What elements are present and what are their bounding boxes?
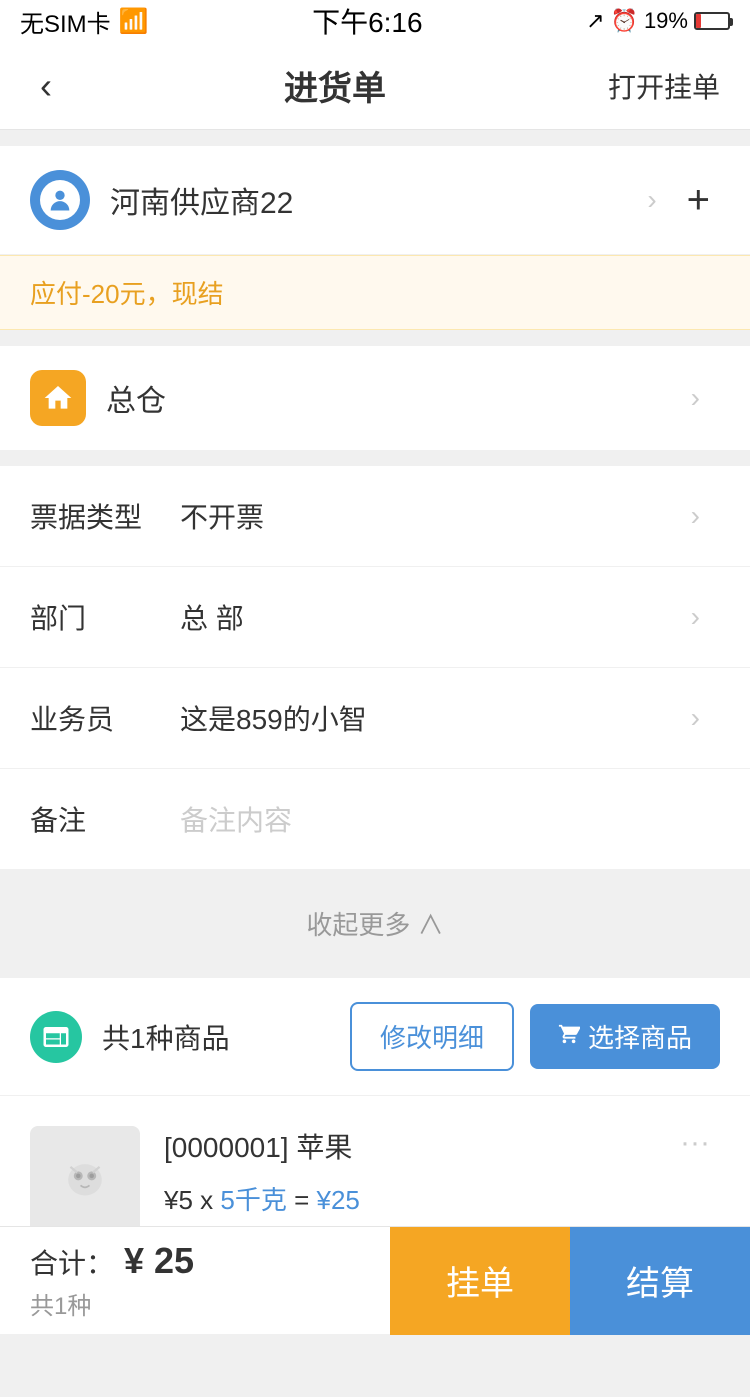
battery-label: 19% (644, 8, 688, 34)
status-time: 下午6:16 (312, 1, 423, 41)
product-price-row: ¥5 x 5千克 = ¥25 (164, 1180, 670, 1217)
supplier-warning: 应付-20元，现结 (0, 255, 750, 330)
invoice-type-label: 票据类型 (30, 496, 180, 536)
department-row[interactable]: 部门 总 部 › (0, 567, 750, 668)
staff-chevron-icon: › (691, 702, 700, 734)
total-sub-label: 共1种 (30, 1286, 360, 1321)
department-value: 总 部 (180, 597, 691, 637)
remark-placeholder[interactable]: 备注内容 (180, 799, 720, 839)
invoice-type-row[interactable]: 票据类型 不开票 › (0, 466, 750, 567)
select-product-button[interactable]: 选择商品 (530, 1004, 720, 1069)
select-product-label: 选择商品 (588, 1018, 692, 1055)
supplier-avatar (30, 170, 90, 230)
product-more-button[interactable]: ··· (670, 1126, 720, 1160)
warehouse-chevron-icon: › (691, 382, 700, 414)
edit-details-button[interactable]: 修改明细 (350, 1002, 514, 1071)
status-right: ↗ ⏰ 19% (586, 8, 730, 34)
staff-label: 业务员 (30, 698, 180, 738)
warehouse-card[interactable]: 总仓 › (0, 346, 750, 450)
remark-label: 备注 (30, 799, 180, 839)
product-quantity: 5千克 (220, 1185, 286, 1215)
products-icon (30, 1011, 82, 1063)
top-divider (0, 130, 750, 146)
supplier-chevron-icon: › (647, 184, 656, 216)
staff-value: 这是859的小智 (180, 698, 691, 738)
battery-icon (694, 12, 730, 30)
product-info: [0000001] 苹果 ¥5 x 5千克 = ¥25 (164, 1126, 670, 1217)
invoice-type-value: 不开票 (180, 496, 691, 536)
back-button[interactable]: ‹ (30, 55, 62, 117)
wifi-icon: 📶 (119, 7, 149, 36)
warehouse-name: 总仓 (106, 376, 691, 420)
pending-button[interactable]: 挂单 (390, 1227, 570, 1335)
department-chevron-icon: › (691, 601, 700, 633)
checkout-button[interactable]: 结算 (570, 1227, 750, 1335)
location-icon: ↗ (586, 8, 604, 34)
product-total: ¥25 (317, 1185, 360, 1215)
collapse-divider (0, 962, 750, 978)
add-supplier-button[interactable]: + (677, 178, 720, 223)
remark-row[interactable]: 备注 备注内容 (0, 769, 750, 869)
status-left: 无SIM卡 📶 (20, 4, 149, 39)
total-section: 合计： ¥ 25 共1种 (0, 1240, 390, 1321)
select-product-icon (558, 1021, 580, 1052)
product-equals-icon: = (294, 1185, 316, 1215)
product-unit-price: ¥5 (164, 1185, 193, 1215)
products-count: 共1种商品 (102, 1017, 350, 1057)
warehouse-icon (30, 370, 86, 426)
product-id: [0000001] (164, 1132, 289, 1163)
invoice-type-chevron-icon: › (691, 500, 700, 532)
open-pending-button[interactable]: 打开挂单 (608, 66, 720, 106)
carrier-label: 无SIM卡 (20, 4, 111, 39)
product-title: 苹果 (296, 1132, 352, 1163)
products-header: 共1种商品 修改明细 选择商品 (0, 978, 750, 1096)
warehouse-row[interactable]: 总仓 › (0, 346, 750, 450)
supplier-name: 河南供应商22 (110, 178, 647, 222)
alarm-icon: ⏰ (611, 8, 638, 34)
department-label: 部门 (30, 597, 180, 637)
collapse-toggle[interactable]: 收起更多 ∧ (0, 885, 750, 962)
product-placeholder-icon (57, 1149, 113, 1214)
nav-bar: ‹ 进货单 打开挂单 (0, 42, 750, 130)
status-bar: 无SIM卡 📶 下午6:16 ↗ ⏰ 19% (0, 0, 750, 42)
supplier-row[interactable]: 河南供应商22 › + (0, 146, 750, 255)
bottom-bar: 合计： ¥ 25 共1种 挂单 结算 (0, 1226, 750, 1334)
form-card: 票据类型 不开票 › 部门 总 部 › 业务员 这是859的小智 › 备注 备注… (0, 466, 750, 869)
product-multiply-icon: x (200, 1185, 220, 1215)
product-name: [0000001] 苹果 (164, 1126, 670, 1166)
product-thumbnail (30, 1126, 140, 1236)
staff-row[interactable]: 业务员 这是859的小智 › (0, 668, 750, 769)
supplier-card: 河南供应商22 › + 应付-20元，现结 (0, 146, 750, 330)
total-label: 合计： (30, 1242, 114, 1282)
page-title: 进货单 (284, 61, 386, 110)
total-value: ¥ 25 (124, 1240, 194, 1282)
